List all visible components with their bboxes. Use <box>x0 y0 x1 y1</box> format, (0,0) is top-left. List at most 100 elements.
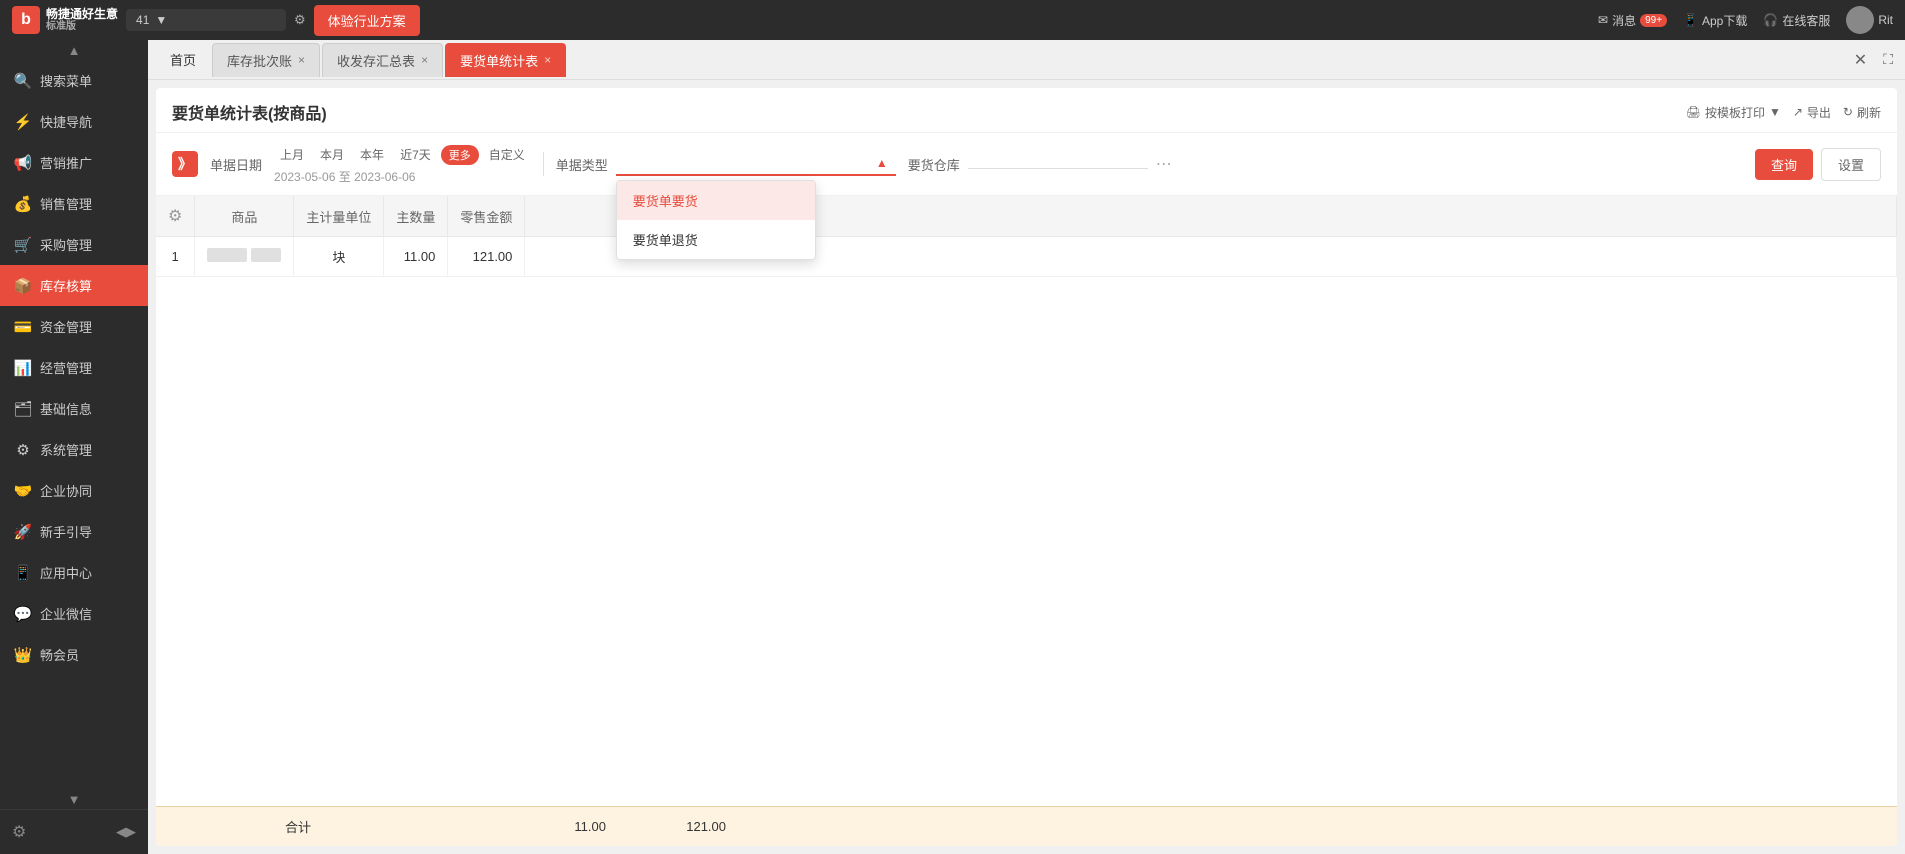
edition-label: 标准版 <box>46 21 118 33</box>
notification-action[interactable]: ✉ 消息 99+ <box>1598 12 1667 29</box>
sidebar-label-enterprise: 企业协同 <box>40 481 92 500</box>
dropdown-item-order-return[interactable]: 要货单退货 <box>617 220 815 259</box>
date-opt-this-month[interactable]: 本月 <box>314 143 350 166</box>
purchase-icon: 🛒 <box>14 236 32 254</box>
date-label: 单据日期 <box>210 155 262 174</box>
tab-close-inventory-batch[interactable]: × <box>298 53 305 67</box>
date-range-text: 2023-05-06 至 2023-06-06 <box>274 168 531 185</box>
company-selector[interactable]: 41 ▼ <box>126 9 286 31</box>
sidebar-label-operations: 经营管理 <box>40 358 92 377</box>
sidebar-label-inventory: 库存核算 <box>40 276 92 295</box>
filter-date-area: 上月 本月 本年 近7天 更多 自定义 2023-05-06 至 2023-06… <box>274 143 531 185</box>
avatar-area[interactable]: Rit <box>1846 6 1893 34</box>
sidebar-collapse-icon[interactable]: ◀▶ <box>112 820 140 844</box>
print-template-btn[interactable]: 🖨 按模板打印 ▼ <box>1686 104 1781 121</box>
sidebar-item-apps[interactable]: 📱 应用中心 <box>0 552 148 593</box>
tab-receive-summary[interactable]: 收发存汇总表 × <box>322 43 443 77</box>
operations-icon: 📊 <box>14 359 32 377</box>
table-row: 1 块 11.00 121.00 <box>156 237 1897 277</box>
online-service-label: 在线客服 <box>1782 12 1830 29</box>
page-title: 要货单统计表(按商品) <box>172 100 327 124</box>
sales-icon: 💰 <box>14 195 32 213</box>
company-name: 41 <box>136 13 149 27</box>
sidebar-item-guide[interactable]: 🚀 新手引导 <box>0 511 148 552</box>
col-settings: ⚙ <box>156 196 195 237</box>
tab-inventory-batch[interactable]: 库存批次账 × <box>212 43 320 77</box>
footer-amount: 121.00 <box>618 819 738 834</box>
tab-label-receive-summary: 收发存汇总表 <box>337 51 415 70</box>
brand-name: 畅捷通好生意 <box>46 7 118 21</box>
sidebar-item-quick-nav[interactable]: ⚡ 快捷导航 <box>0 101 148 142</box>
tab-close-order-summary[interactable]: × <box>544 53 551 67</box>
sidebar-label-quick-nav: 快捷导航 <box>40 112 92 131</box>
warehouse-input[interactable] <box>968 160 1148 169</box>
chevron-down-icon: ▼ <box>155 13 167 27</box>
footer-qty: 11.00 <box>498 819 618 834</box>
sidebar-item-inventory[interactable]: 📦 库存核算 <box>0 265 148 306</box>
export-btn[interactable]: ↗ 导出 <box>1793 104 1831 121</box>
apps-icon: 📱 <box>14 564 32 582</box>
tab-close-all[interactable]: ✕ <box>1850 46 1871 74</box>
headset-icon: 🎧 <box>1763 13 1778 27</box>
gear-icon[interactable]: ⚙ <box>294 12 306 28</box>
cell-seq: 1 <box>156 237 195 277</box>
setting-button[interactable]: 设置 <box>1821 148 1881 181</box>
warehouse-label: 要货仓库 <box>908 155 960 174</box>
sidebar-label-guide: 新手引导 <box>40 522 92 541</box>
date-opt-this-year[interactable]: 本年 <box>354 143 390 166</box>
sidebar-label-sales: 销售管理 <box>40 194 92 213</box>
sidebar-scroll-down[interactable]: ▼ <box>0 789 148 809</box>
sidebar-item-system[interactable]: ⚙ 系统管理 <box>0 429 148 470</box>
date-opt-last-7[interactable]: 近7天 <box>394 143 437 166</box>
sidebar-settings-icon[interactable]: ⚙ <box>8 818 30 846</box>
tab-label-inventory-batch: 库存批次账 <box>227 51 292 70</box>
query-button[interactable]: 查询 <box>1755 149 1813 180</box>
sidebar-item-wechat[interactable]: 💬 企业微信 <box>0 593 148 634</box>
refresh-icon: ↻ <box>1843 105 1853 119</box>
date-options: 上月 本月 本年 近7天 更多 自定义 <box>274 143 531 166</box>
app-download-label: App下载 <box>1702 12 1747 29</box>
date-opt-custom[interactable]: 自定义 <box>483 143 531 166</box>
wechat-icon: 💬 <box>14 605 32 623</box>
dropdown-item-order-purchase[interactable]: 要货单要货 <box>617 181 815 220</box>
sidebar-item-finance[interactable]: 💳 资金管理 <box>0 306 148 347</box>
tab-home[interactable]: 首页 <box>156 50 210 69</box>
finance-icon: 💳 <box>14 318 32 336</box>
print-template-label: 按模板打印 <box>1705 104 1765 121</box>
sidebar-label-search: 搜索菜单 <box>40 71 92 90</box>
sidebar-item-vip[interactable]: 👑 畅会员 <box>0 634 148 675</box>
notification-label: 消息 <box>1612 12 1636 29</box>
cell-qty: 11.00 <box>384 237 448 277</box>
type-input[interactable]: ▲ <box>616 152 896 176</box>
sidebar-item-enterprise[interactable]: 🤝 企业协同 <box>0 470 148 511</box>
sidebar-item-purchase[interactable]: 🛒 采购管理 <box>0 224 148 265</box>
type-arrow-icon[interactable]: ▲ <box>876 156 888 170</box>
sidebar-label-basic: 基础信息 <box>40 399 92 418</box>
sidebar-item-operations[interactable]: 📊 经营管理 <box>0 347 148 388</box>
tab-order-summary[interactable]: 要货单统计表 × <box>445 43 566 77</box>
trial-button[interactable]: 体验行业方案 <box>314 5 420 36</box>
basic-icon: 🗂 <box>14 400 32 418</box>
placeholder-2 <box>251 248 281 262</box>
table-area: ⚙ 商品 主计量单位 主数量 零售金额 1 <box>156 196 1897 501</box>
logo-icon: b <box>12 6 40 34</box>
sidebar-item-sales[interactable]: 💰 销售管理 <box>0 183 148 224</box>
sidebar-item-basic[interactable]: 🗂 基础信息 <box>0 388 148 429</box>
filter-actions: 查询 设置 <box>1755 148 1881 181</box>
page-actions: 🖨 按模板打印 ▼ ↗ 导出 ↻ 刷新 <box>1686 104 1881 121</box>
tab-expand[interactable]: ⛶ <box>1879 47 1897 72</box>
sidebar-item-search[interactable]: 🔍 搜索菜单 <box>0 60 148 101</box>
date-opt-more[interactable]: 更多 <box>441 145 479 165</box>
sidebar-scroll-up[interactable]: ▲ <box>0 40 148 60</box>
table-settings-icon[interactable]: ⚙ <box>168 206 182 226</box>
sidebar-item-marketing[interactable]: 📢 营销推广 <box>0 142 148 183</box>
app-download-action[interactable]: 📱 App下载 <box>1683 12 1747 29</box>
filter-toggle-btn[interactable]: 》 <box>172 151 198 177</box>
online-service-action[interactable]: 🎧 在线客服 <box>1763 12 1830 29</box>
date-opt-last-month[interactable]: 上月 <box>274 143 310 166</box>
filter-more-icon[interactable]: ⋯ <box>1156 154 1172 174</box>
tab-close-receive-summary[interactable]: × <box>421 53 428 67</box>
filter-warehouse-area: 要货仓库 ⋯ <box>908 154 1172 174</box>
export-label: 导出 <box>1807 104 1831 121</box>
refresh-btn[interactable]: ↻ 刷新 <box>1843 104 1881 121</box>
